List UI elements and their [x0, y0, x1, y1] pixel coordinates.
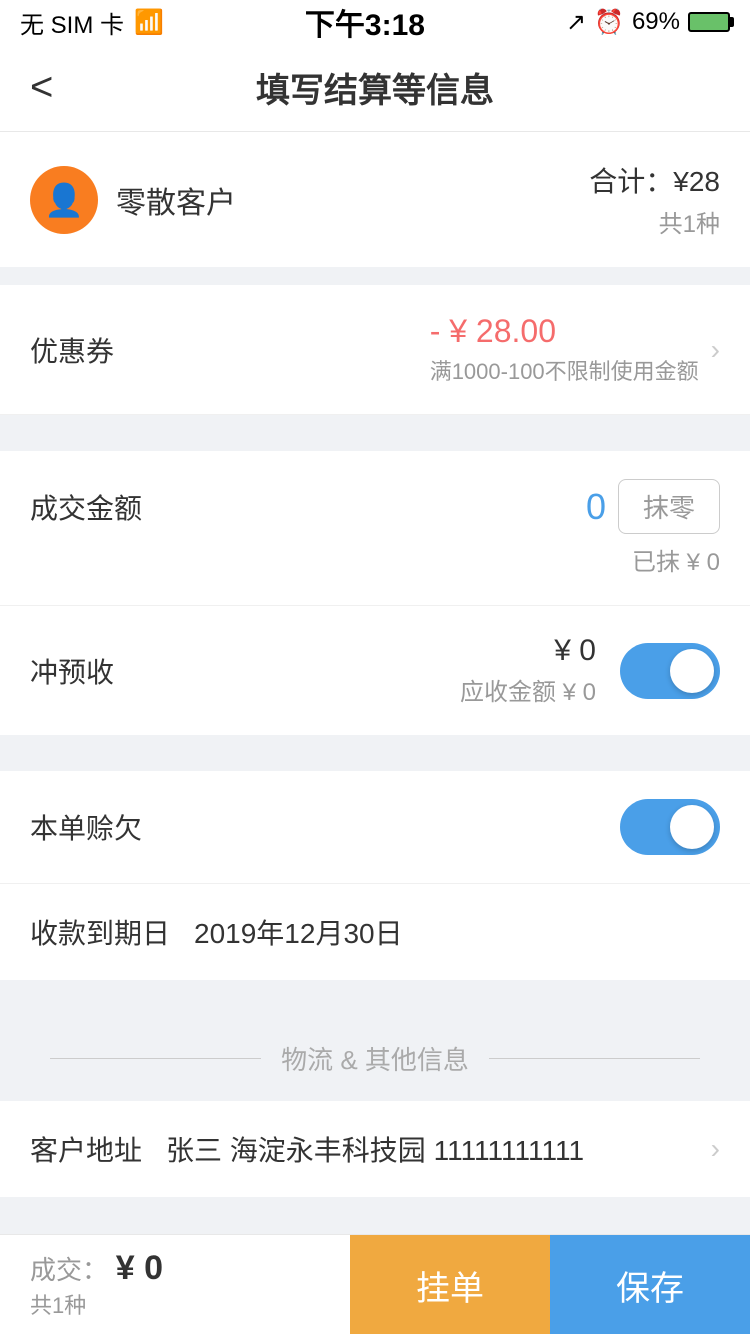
deal-amount-top: 成交金额 0 抹零	[30, 479, 720, 534]
deal-amount-label: 成交金额	[30, 487, 142, 527]
status-time: 下午3:18	[305, 0, 425, 44]
bottom-count: 共1种	[30, 1288, 320, 1320]
hold-button[interactable]: 挂单	[350, 1235, 550, 1334]
wifi-icon: 📶	[134, 8, 164, 37]
content: 👤 零散客户 合计：¥28 共1种 优惠券 - ¥ 28.00 满1000-10…	[0, 132, 750, 1325]
status-right: ↗ ⏰ 69%	[566, 8, 730, 37]
avatar: 👤	[30, 166, 98, 234]
bottom-info: 成交： ¥ 0 共1种	[0, 1235, 350, 1334]
deal-amount-value[interactable]: 0	[586, 486, 606, 528]
bottom-deal-amount: ¥ 0	[116, 1249, 163, 1287]
due-date-row: 收款到期日 2019年12月30日	[0, 884, 750, 980]
toggle-knob	[670, 649, 714, 693]
coupon-label: 优惠券	[30, 330, 114, 370]
nav-title: 填写结算等信息	[256, 63, 494, 112]
credit-label: 本单赊欠	[30, 807, 142, 847]
bottom-deal-label: 成交：	[30, 1255, 108, 1285]
address-card: 客户地址 张三 海淀永丰科技园 11111111111 ›	[0, 1101, 750, 1197]
coupon-amount: - ¥ 28.00	[430, 313, 699, 350]
credit-card: 本单赊欠 收款到期日 2019年12月30日	[0, 771, 750, 980]
coupon-card: 优惠券 - ¥ 28.00 满1000-100不限制使用金额 ›	[0, 285, 750, 415]
address-chevron-icon: ›	[711, 1133, 720, 1165]
battery-percent: 69%	[632, 8, 680, 36]
prepay-main-amount: ¥ 0	[460, 634, 596, 668]
credit-toggle-knob	[670, 805, 714, 849]
coupon-desc: 满1000-100不限制使用金额	[430, 354, 699, 386]
prepay-toggle[interactable]	[620, 643, 720, 699]
customer-name: 零散客户	[116, 178, 236, 222]
battery-icon	[688, 12, 730, 32]
deal-amount-right: 0 抹零	[586, 479, 720, 534]
round-off-button[interactable]: 抹零	[618, 479, 720, 534]
bottom-deal-line: 成交： ¥ 0	[30, 1249, 320, 1288]
status-left: 无 SIM 卡 📶	[20, 5, 164, 40]
due-date-value[interactable]: 2019年12月30日	[194, 912, 403, 952]
section-divider-1	[0, 433, 750, 451]
avatar-icon: 👤	[44, 181, 84, 219]
coupon-right: - ¥ 28.00 满1000-100不限制使用金额 ›	[430, 313, 720, 386]
logistics-label: 物流 & 其他信息	[281, 1040, 469, 1077]
chevron-right-icon: ›	[711, 334, 720, 366]
address-label: 客户地址	[30, 1129, 142, 1169]
credit-row: 本单赊欠	[0, 771, 750, 884]
total-count: 共1种	[589, 204, 720, 239]
deal-amount-sub: 已抹 ¥ 0	[30, 542, 720, 577]
prepay-row: 冲预收 ¥ 0 应收金额 ¥ 0	[0, 606, 750, 735]
location-icon: ↗	[566, 8, 586, 37]
carrier-label: 无 SIM 卡	[20, 5, 124, 40]
customer-summary: 合计：¥28 共1种	[589, 160, 720, 239]
section-divider-3	[0, 998, 750, 1016]
customer-left: 👤 零散客户	[30, 166, 236, 234]
back-button[interactable]: <	[30, 65, 53, 110]
nav-bar: < 填写结算等信息	[0, 44, 750, 132]
address-value: 张三 海淀永丰科技园 11111111111	[166, 1129, 584, 1169]
prepay-sub-amount: 应收金额 ¥ 0	[460, 672, 596, 707]
total-amount: 合计：¥28	[589, 160, 720, 200]
address-content: 客户地址 张三 海淀永丰科技园 11111111111	[30, 1129, 584, 1169]
address-row[interactable]: 客户地址 张三 海淀永丰科技园 11111111111 ›	[0, 1101, 750, 1197]
credit-toggle[interactable]	[620, 799, 720, 855]
due-date-label: 收款到期日	[30, 912, 170, 952]
coupon-row[interactable]: 优惠券 - ¥ 28.00 满1000-100不限制使用金额 ›	[0, 285, 750, 415]
bottom-bar: 成交： ¥ 0 共1种 挂单 保存	[0, 1234, 750, 1334]
status-bar: 无 SIM 卡 📶 下午3:18 ↗ ⏰ 69%	[0, 0, 750, 44]
alarm-icon: ⏰	[594, 8, 624, 37]
save-button[interactable]: 保存	[550, 1235, 750, 1334]
prepay-label: 冲预收	[30, 651, 114, 691]
deal-amount-card: 成交金额 0 抹零 已抹 ¥ 0 冲预收 ¥ 0 应收金额 ¥ 0	[0, 451, 750, 735]
prepay-right: ¥ 0 应收金额 ¥ 0	[460, 634, 720, 707]
logistics-header: 物流 & 其他信息	[0, 1016, 750, 1101]
coupon-detail: - ¥ 28.00 满1000-100不限制使用金额	[430, 313, 699, 386]
prepay-amounts: ¥ 0 应收金额 ¥ 0	[460, 634, 596, 707]
deal-amount-row: 成交金额 0 抹零 已抹 ¥ 0	[0, 451, 750, 606]
customer-row: 👤 零散客户 合计：¥28 共1种	[0, 132, 750, 267]
section-divider-2	[0, 753, 750, 771]
